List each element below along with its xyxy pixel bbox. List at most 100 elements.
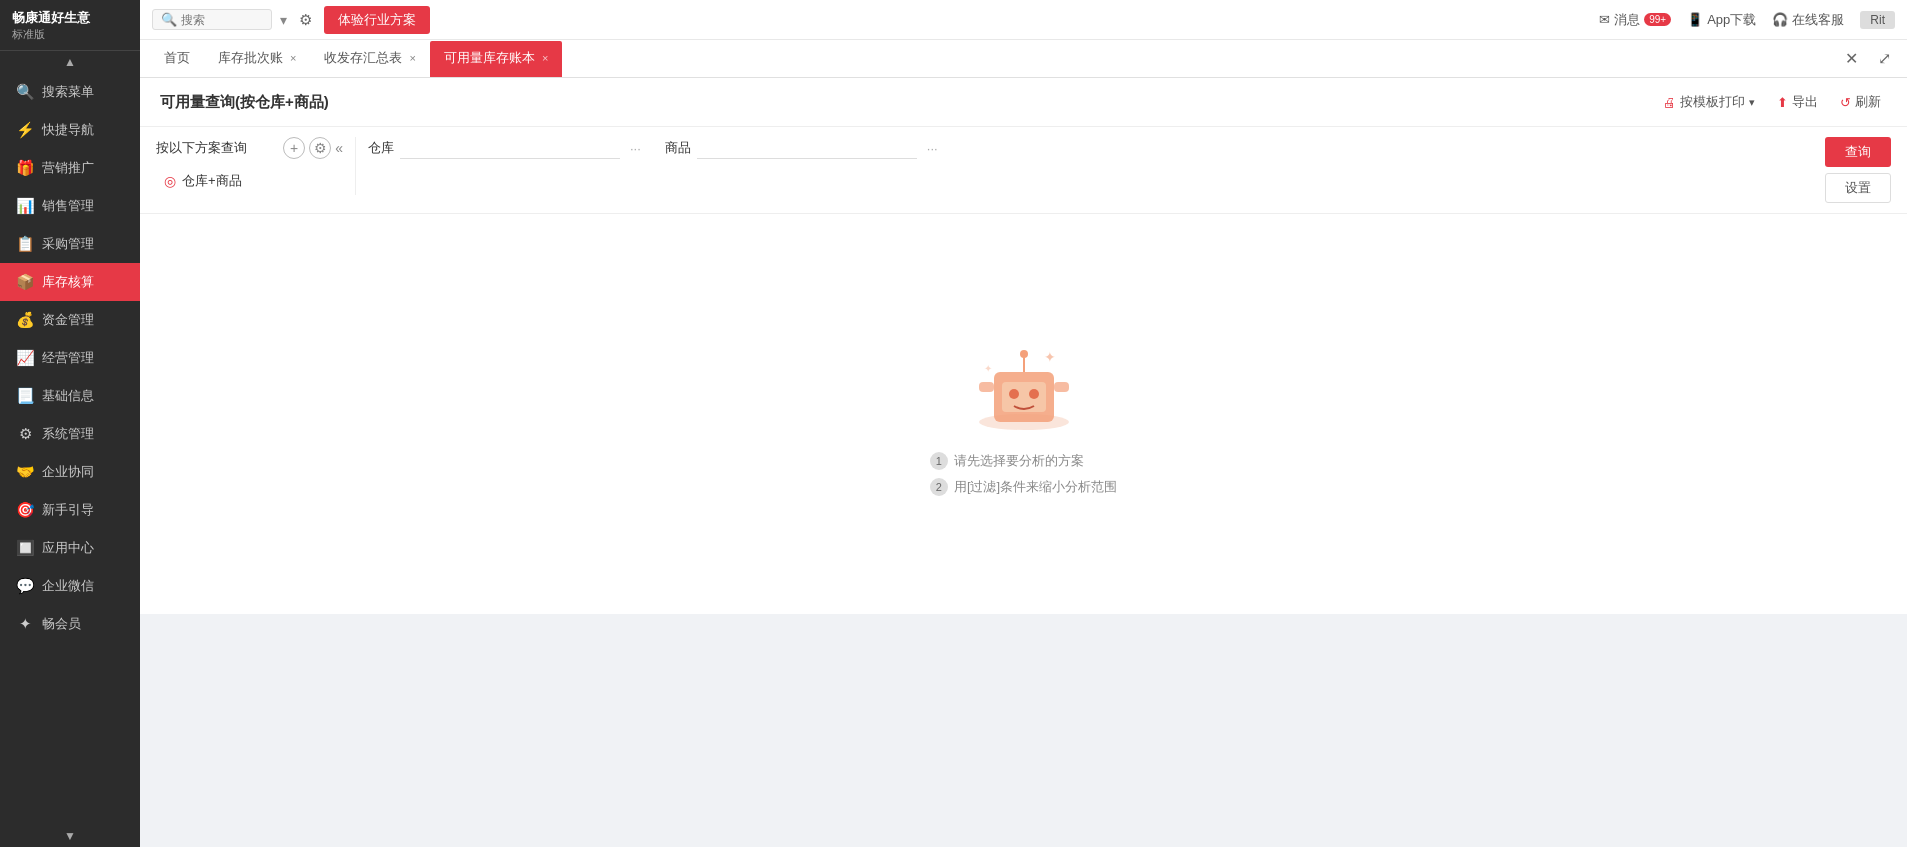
- product-label: 商品: [665, 139, 691, 157]
- sidebar-item-企业微信[interactable]: 💬企业微信: [0, 567, 140, 605]
- trial-btn[interactable]: 体验行业方案: [324, 6, 430, 34]
- sidebar-icon: 🤝: [16, 463, 34, 481]
- sidebar-item-系统管理[interactable]: ⚙系统管理: [0, 415, 140, 453]
- scheme-actions: + ⚙ «: [283, 137, 343, 159]
- tab-summary-label: 收发存汇总表: [324, 49, 402, 67]
- sidebar-item-搜索菜单[interactable]: 🔍搜索菜单: [0, 73, 140, 111]
- export-icon: ⬆: [1777, 95, 1788, 110]
- svg-point-6: [1020, 350, 1028, 358]
- print-dropdown-icon[interactable]: ▾: [1749, 96, 1755, 109]
- scheme-item-label: 仓库+商品: [182, 172, 242, 190]
- print-icon: 🖨: [1663, 95, 1676, 110]
- sidebar-item-label: 资金管理: [42, 311, 94, 329]
- scheme-item-warehouse-product[interactable]: ◎ 仓库+商品: [156, 167, 343, 195]
- settings-scheme-btn[interactable]: ⚙: [309, 137, 331, 159]
- online-service-label: 在线客服: [1792, 11, 1844, 29]
- collapse-scheme-btn[interactable]: «: [335, 140, 343, 156]
- tabbar: 首页 库存批次账 × 收发存汇总表 × 可用量库存账本 × ✕ ⤢: [140, 40, 1907, 78]
- svg-rect-2: [1002, 382, 1046, 412]
- sidebar-item-label: 经营管理: [42, 349, 94, 367]
- product-more-icon[interactable]: ···: [923, 139, 942, 158]
- sidebar-item-label: 快捷导航: [42, 121, 94, 139]
- sidebar-icon: 📊: [16, 197, 34, 215]
- sidebar-item-应用中心[interactable]: 🔲 应用中心: [0, 529, 140, 567]
- message-badge: 99+: [1644, 13, 1671, 26]
- page-header-actions: 🖨 按模板打印 ▾ ⬆ 导出 ↺ 刷新: [1657, 90, 1887, 114]
- sidebar-item-label: 企业微信: [42, 577, 94, 595]
- tab-home[interactable]: 首页: [150, 41, 204, 77]
- svg-rect-8: [1054, 382, 1069, 392]
- app-download-label: App下载: [1707, 11, 1756, 29]
- tab-available-qty-close[interactable]: ×: [542, 52, 548, 64]
- sidebar-item-label: 搜索菜单: [42, 83, 94, 101]
- sidebar-icon: 🔲: [16, 539, 34, 557]
- filter-scheme-header: 按以下方案查询 + ⚙ «: [156, 137, 343, 159]
- message-btn[interactable]: ✉ 消息 99+: [1599, 11, 1671, 29]
- online-service-btn[interactable]: 🎧 在线客服: [1772, 11, 1844, 29]
- query-btn[interactable]: 查询: [1825, 137, 1891, 167]
- sidebar-item-快捷导航[interactable]: ⚡快捷导航: [0, 111, 140, 149]
- sidebar-item-采购管理[interactable]: 📋采购管理: [0, 225, 140, 263]
- gear-icon[interactable]: ⚙: [295, 7, 316, 33]
- sidebar-item-库存核算[interactable]: 📦库存核算: [0, 263, 140, 301]
- tab-batch-account-close[interactable]: ×: [290, 52, 296, 64]
- sidebar-item-基础信息[interactable]: 📃基础信息: [0, 377, 140, 415]
- tab-batch-account[interactable]: 库存批次账 ×: [204, 41, 310, 77]
- sidebar-item-销售管理[interactable]: 📊 销售管理: [0, 187, 140, 225]
- sidebar-item-资金管理[interactable]: 💰资金管理: [0, 301, 140, 339]
- sidebar-item-畅会员[interactable]: ✦ 畅会员: [0, 605, 140, 643]
- headset-icon: 🎧: [1772, 12, 1788, 27]
- sidebar-item-label: 基础信息: [42, 387, 94, 405]
- tab-summary-close[interactable]: ×: [409, 52, 415, 64]
- topbar-search-box[interactable]: 🔍: [152, 9, 272, 30]
- hint-text-2: 用[过滤]条件来缩小分析范围: [954, 478, 1117, 496]
- hint-item-1: 1 请先选择要分析的方案: [930, 452, 1117, 470]
- svg-text:✦: ✦: [1044, 349, 1056, 365]
- app-version: 标准版: [12, 27, 128, 42]
- filter-settings-btn[interactable]: 设置: [1825, 173, 1891, 203]
- tab-summary[interactable]: 收发存汇总表 ×: [310, 41, 429, 77]
- warehouse-input[interactable]: [400, 137, 620, 159]
- sidebar-scroll-up[interactable]: ▲: [0, 51, 140, 73]
- print-label: 按模板打印: [1680, 93, 1745, 111]
- print-btn[interactable]: 🖨 按模板打印 ▾: [1657, 90, 1761, 114]
- sidebar-item-label: 销售管理: [42, 197, 94, 215]
- app-download-btn[interactable]: 📱 App下载: [1687, 11, 1756, 29]
- svg-point-3: [1009, 389, 1019, 399]
- refresh-btn[interactable]: ↺ 刷新: [1834, 90, 1887, 114]
- topbar-right: ✉ 消息 99+ 📱 App下载 🎧 在线客服 Rit: [1599, 11, 1895, 29]
- svg-rect-7: [979, 382, 994, 392]
- sidebar-item-经营管理[interactable]: 📈经营管理: [0, 339, 140, 377]
- topbar: 🔍 ▾ ⚙ 体验行业方案 ✉ 消息 99+ 📱 App下载 🎧 在线客服 Rit: [140, 0, 1907, 40]
- sidebar-item-label: 系统管理: [42, 425, 94, 443]
- sidebar-scroll-down[interactable]: ▼: [0, 825, 140, 847]
- scheme-item-icon: ◎: [164, 173, 176, 189]
- sidebar-item-营销推广[interactable]: 🎁营销推广: [0, 149, 140, 187]
- search-input[interactable]: [181, 13, 261, 27]
- product-input[interactable]: [697, 137, 917, 159]
- page-title: 可用量查询(按仓库+商品): [160, 93, 329, 112]
- sidebar-item-企业协同[interactable]: 🤝企业协同: [0, 453, 140, 491]
- empty-illustration: ✦ ✦: [964, 332, 1084, 432]
- tab-close-btn[interactable]: ✕: [1839, 45, 1864, 72]
- warehouse-label: 仓库: [368, 139, 394, 157]
- hint-text-1: 请先选择要分析的方案: [954, 452, 1084, 470]
- tab-expand-btn[interactable]: ⤢: [1872, 45, 1897, 72]
- sidebar-item-新手引导[interactable]: 🎯新手引导: [0, 491, 140, 529]
- refresh-label: 刷新: [1855, 93, 1881, 111]
- export-btn[interactable]: ⬆ 导出: [1771, 90, 1824, 114]
- page-content: 可用量查询(按仓库+商品) 🖨 按模板打印 ▾ ⬆ 导出 ↺ 刷新: [140, 78, 1907, 847]
- sidebar-icon: ✦: [16, 615, 34, 633]
- app-name: 畅康通好生意: [12, 10, 128, 27]
- sidebar-menu: 🔍搜索菜单⚡快捷导航🎁营销推广 📊 销售管理 📋采购管理📦库存核算💰资金管理📈经营管理…: [0, 73, 140, 825]
- empty-state: ✦ ✦ 1 请先选择要分析的方案 2 用[过滤]条件来缩小分析范围: [140, 214, 1907, 614]
- search-dropdown-icon[interactable]: ▾: [280, 12, 287, 28]
- sidebar-icon: 🎁: [16, 159, 34, 177]
- tab-available-qty[interactable]: 可用量库存账本 ×: [430, 41, 562, 77]
- warehouse-more-icon[interactable]: ···: [626, 139, 645, 158]
- sidebar-item-label: 应用中心: [42, 539, 94, 557]
- user-avatar[interactable]: Rit: [1860, 11, 1895, 29]
- sidebar-item-label: 畅会员: [42, 615, 81, 633]
- add-scheme-btn[interactable]: +: [283, 137, 305, 159]
- app-logo: 畅康通好生意 标准版: [0, 0, 140, 51]
